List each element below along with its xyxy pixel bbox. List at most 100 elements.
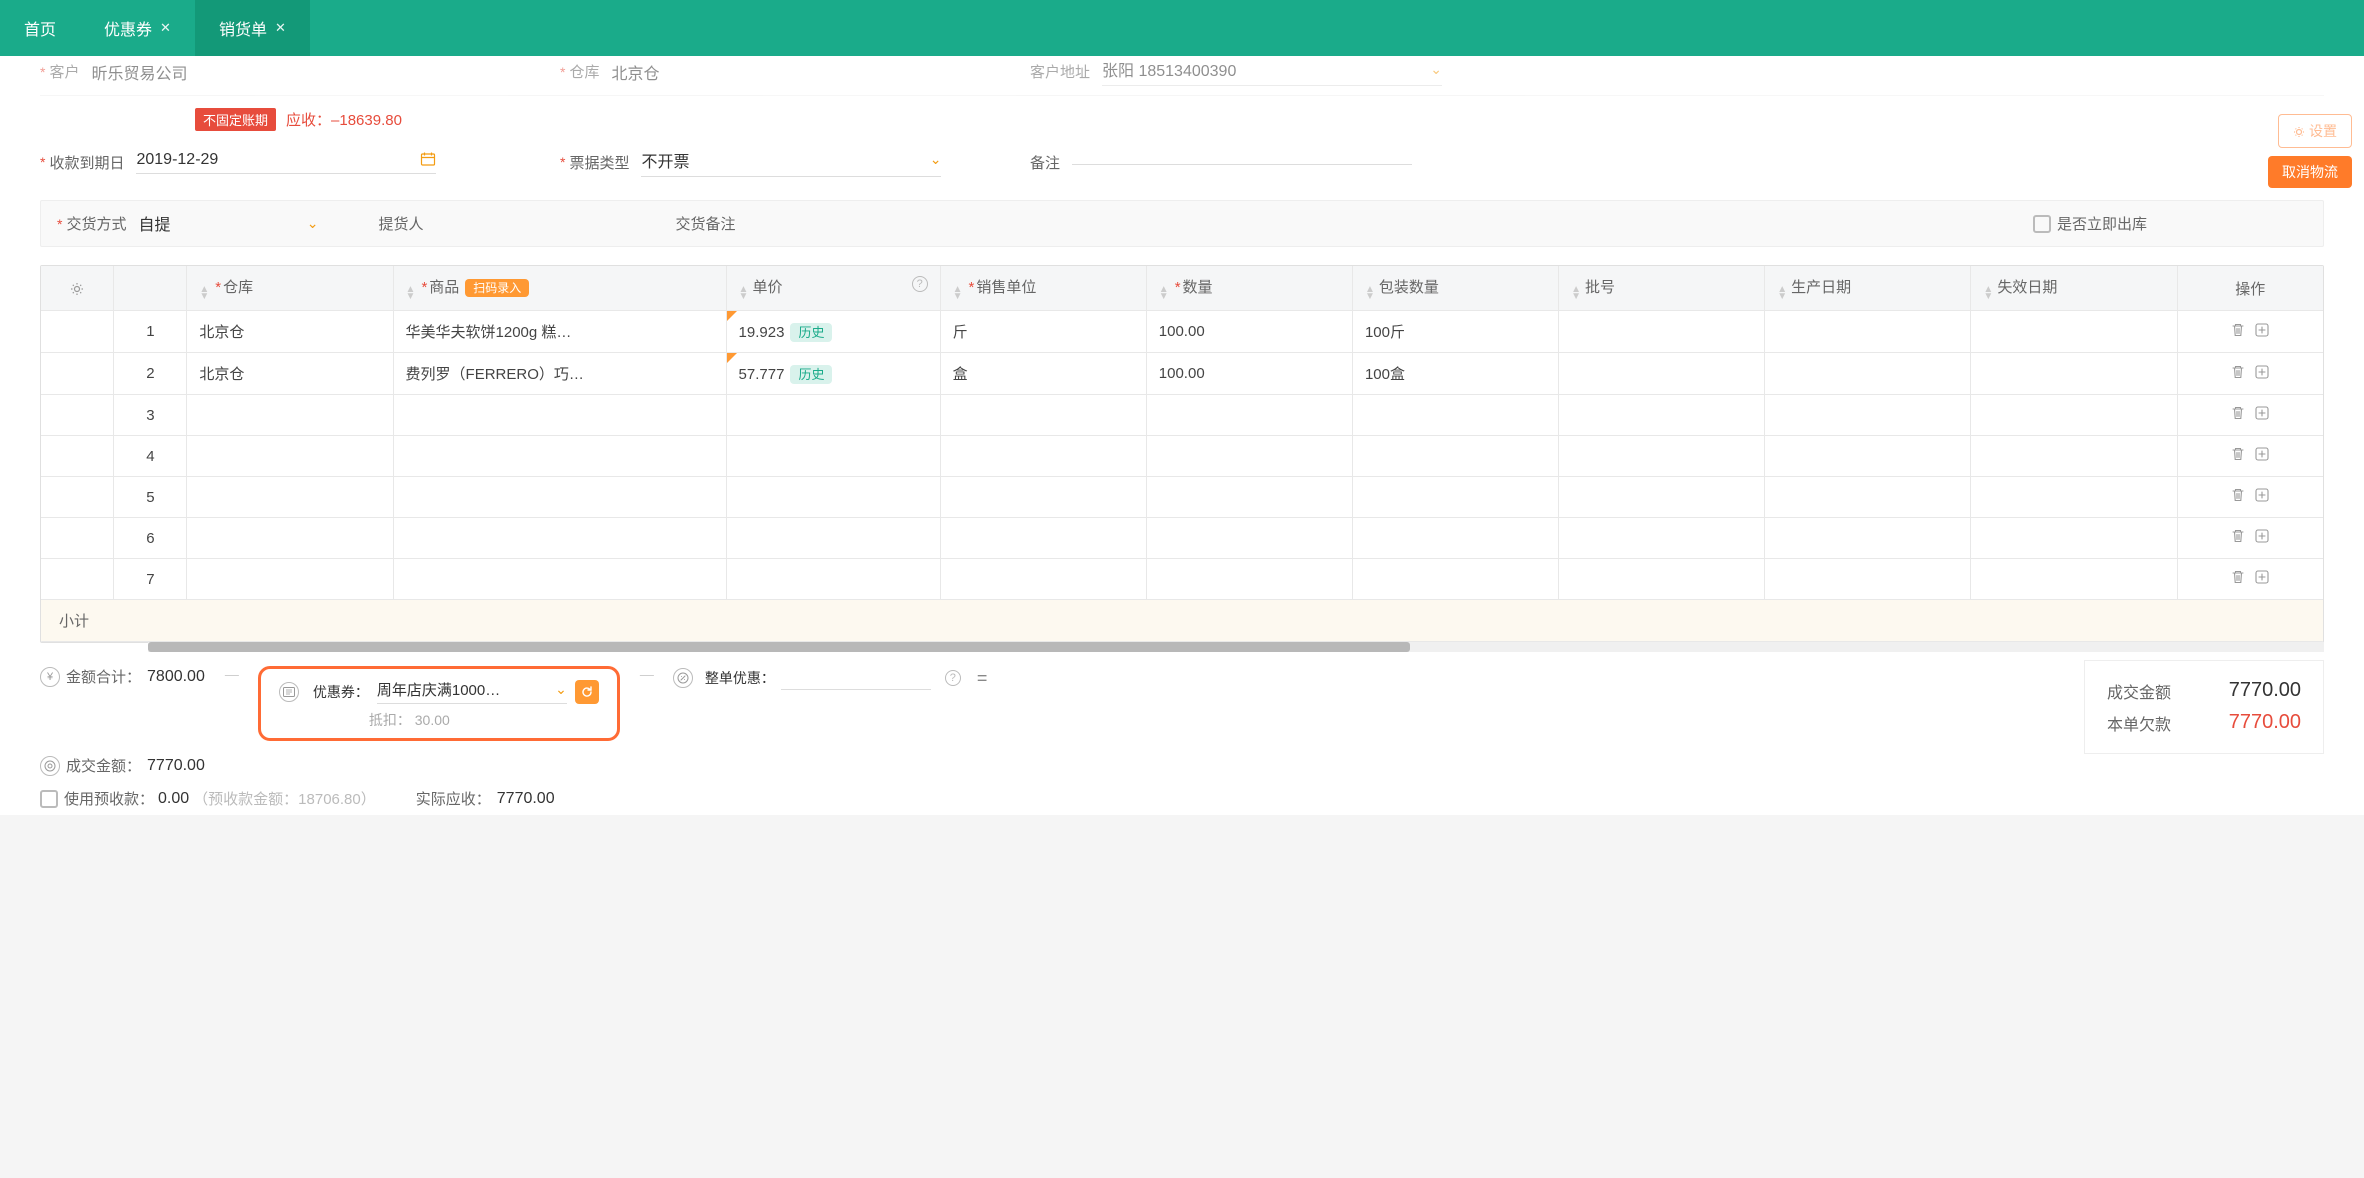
cell-price[interactable] [726,436,940,477]
add-row-button[interactable] [2254,322,2270,338]
coupon-refresh-button[interactable] [575,680,599,704]
cell-exp-date[interactable] [1971,436,2177,477]
cell-price[interactable] [726,395,940,436]
col-warehouse[interactable]: ▲▼*仓库 [187,266,393,311]
cell-batch[interactable] [1559,311,1765,353]
cell-exp-date[interactable] [1971,353,2177,395]
cell-prod-date[interactable] [1765,395,1971,436]
cell-prod-date[interactable] [1765,477,1971,518]
settings-button[interactable]: 设置 [2278,114,2352,148]
col-prod-date[interactable]: ▲▼生产日期 [1765,266,1971,311]
cell-qty[interactable] [1146,559,1352,600]
cell-exp-date[interactable] [1971,311,2177,353]
close-icon[interactable]: ✕ [275,20,286,36]
help-icon[interactable]: ? [912,276,928,292]
cell-unit[interactable]: 盒 [940,353,1146,395]
cell-price[interactable]: 19.923历史 [726,311,940,353]
cell-warehouse[interactable] [187,395,393,436]
add-row-button[interactable] [2254,405,2270,421]
cell-prod-date[interactable] [1765,518,1971,559]
cell-product[interactable]: 费列罗（FERRERO）巧… [393,353,726,395]
delete-row-button[interactable] [2230,528,2246,544]
cell-warehouse[interactable] [187,477,393,518]
col-exp-date[interactable]: ▲▼失效日期 [1971,266,2177,311]
cell-warehouse[interactable]: 北京仓 [187,353,393,395]
remark-input[interactable] [1072,160,1412,165]
table-settings-button[interactable] [41,266,114,311]
cell-warehouse[interactable] [187,518,393,559]
warehouse-value[interactable]: 北京仓 [611,60,791,84]
cell-unit[interactable] [940,518,1146,559]
cell-batch[interactable] [1559,477,1765,518]
cell-qty[interactable] [1146,395,1352,436]
cell-price[interactable] [726,477,940,518]
cell-pack[interactable] [1352,518,1558,559]
cell-qty[interactable] [1146,436,1352,477]
delete-row-button[interactable] [2230,446,2246,462]
cell-warehouse[interactable] [187,436,393,477]
cell-pack[interactable] [1352,395,1558,436]
customer-value[interactable]: 昕乐贸易公司 [91,60,271,84]
cell-product[interactable] [393,477,726,518]
cell-price[interactable] [726,518,940,559]
add-row-button[interactable] [2254,446,2270,462]
cell-batch[interactable] [1559,436,1765,477]
close-icon[interactable]: ✕ [160,20,171,36]
add-row-button[interactable] [2254,364,2270,380]
cell-prod-date[interactable] [1765,311,1971,353]
cell-batch[interactable] [1559,395,1765,436]
cell-exp-date[interactable] [1971,518,2177,559]
cell-unit[interactable] [940,559,1146,600]
cell-qty[interactable]: 100.00 [1146,311,1352,353]
cell-unit[interactable]: 斤 [940,311,1146,353]
cell-price[interactable]: 57.777历史 [726,353,940,395]
cell-product[interactable] [393,395,726,436]
delete-row-button[interactable] [2230,487,2246,503]
cell-warehouse[interactable]: 北京仓 [187,311,393,353]
cell-product[interactable] [393,518,726,559]
cell-product[interactable] [393,436,726,477]
scan-entry-badge[interactable]: 扫码录入 [465,279,529,297]
cell-batch[interactable] [1559,518,1765,559]
payment-due-date-input[interactable]: 2019-12-29 [136,151,436,174]
picker-input[interactable] [435,223,615,224]
cell-qty[interactable] [1146,518,1352,559]
cell-prod-date[interactable] [1765,436,1971,477]
cell-unit[interactable] [940,477,1146,518]
use-prepay-checkbox[interactable] [40,790,58,808]
col-price[interactable]: ▲▼单价? [726,266,940,311]
cancel-logistics-button[interactable]: 取消物流 [2268,156,2352,188]
col-pack-qty[interactable]: ▲▼包装数量 [1352,266,1558,311]
cell-product[interactable]: 华美华夫软饼1200g 糕… [393,311,726,353]
coupon-select[interactable]: 周年店庆满1000… ⌄ [377,679,567,704]
cell-unit[interactable] [940,436,1146,477]
history-badge[interactable]: 历史 [790,365,832,384]
col-qty[interactable]: ▲▼*数量 [1146,266,1352,311]
tab-sales-order[interactable]: 销货单✕ [195,0,310,56]
cell-batch[interactable] [1559,559,1765,600]
immediate-out-checkbox[interactable] [2033,215,2051,233]
col-batch[interactable]: ▲▼批号 [1559,266,1765,311]
cell-qty[interactable] [1146,477,1352,518]
cell-qty[interactable]: 100.00 [1146,353,1352,395]
cell-exp-date[interactable] [1971,395,2177,436]
cell-pack[interactable] [1352,477,1558,518]
invoice-type-select[interactable]: 不开票 ⌄ [641,148,941,177]
cell-pack[interactable] [1352,559,1558,600]
cell-exp-date[interactable] [1971,559,2177,600]
cell-prod-date[interactable] [1765,353,1971,395]
whole-discount-input[interactable] [781,666,931,690]
delete-row-button[interactable] [2230,322,2246,338]
cell-unit[interactable] [940,395,1146,436]
cell-prod-date[interactable] [1765,559,1971,600]
help-icon[interactable]: ? [945,670,961,686]
delivery-remark-input[interactable] [748,223,928,224]
tab-coupon[interactable]: 优惠券✕ [80,0,195,56]
add-row-button[interactable] [2254,569,2270,585]
delete-row-button[interactable] [2230,569,2246,585]
cell-warehouse[interactable] [187,559,393,600]
add-row-button[interactable] [2254,487,2270,503]
tab-home[interactable]: 首页 [0,0,80,56]
delete-row-button[interactable] [2230,364,2246,380]
cell-price[interactable] [726,559,940,600]
